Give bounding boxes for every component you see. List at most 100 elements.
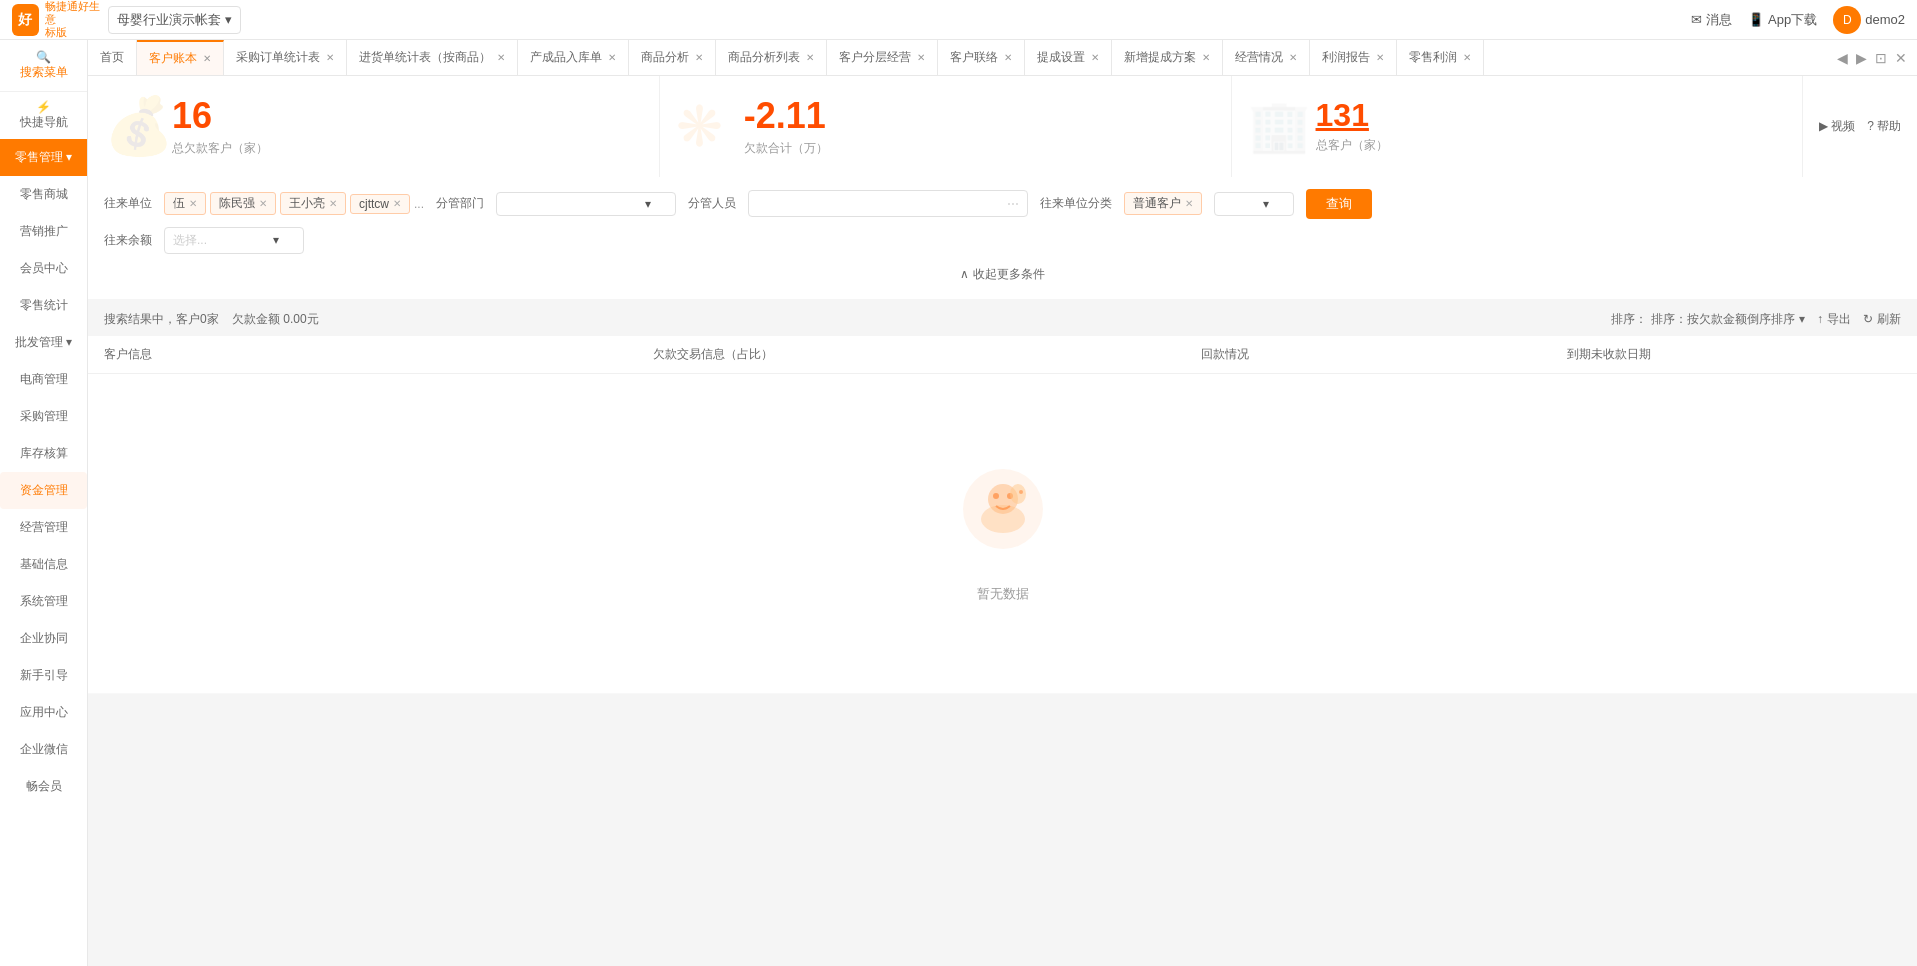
debtor-count: 16 bbox=[172, 96, 268, 136]
sidebar-item-chang-member[interactable]: 畅会员 bbox=[0, 768, 87, 805]
tab-scroll-left-icon[interactable]: ◀ bbox=[1835, 48, 1850, 68]
person-input[interactable]: ⋯ bbox=[748, 190, 1028, 217]
account-selector[interactable]: 母婴行业演示帐套 ▾ bbox=[108, 6, 241, 34]
empty-state-cell: 暂无数据 bbox=[88, 373, 1917, 693]
sidebar-item-basic-info[interactable]: 基础信息 bbox=[0, 546, 87, 583]
results-info: 搜索结果中，客户0家 欠款金额 0.00元 bbox=[104, 311, 319, 328]
tab-close-purchase-stats[interactable]: ✕ bbox=[497, 52, 505, 63]
remove-tag-chen[interactable]: ✕ bbox=[259, 198, 267, 209]
refresh-icon: ↻ bbox=[1863, 312, 1873, 326]
tab-close-new-commission[interactable]: ✕ bbox=[1202, 52, 1210, 63]
sidebar-item-member-center[interactable]: 会员中心 bbox=[0, 250, 87, 287]
tab-close-commission[interactable]: ✕ bbox=[1091, 52, 1099, 63]
tab-close-product-analysis[interactable]: ✕ bbox=[695, 52, 703, 63]
tab-product-analysis[interactable]: 商品分析 ✕ bbox=[629, 40, 716, 76]
user-menu[interactable]: D demo2 bbox=[1833, 6, 1905, 34]
tab-customer-contact[interactable]: 客户联络 ✕ bbox=[938, 40, 1025, 76]
remove-tag-cjttcw[interactable]: ✕ bbox=[393, 198, 401, 209]
help-link[interactable]: ? 帮助 bbox=[1867, 118, 1901, 135]
data-table-container: 客户信息 欠款交易信息（占比） 回款情况 到期未收款日期 bbox=[88, 336, 1917, 694]
sort-selector[interactable]: 排序： 排序：按欠款金额倒序排序 ▾ bbox=[1611, 311, 1805, 328]
refresh-button[interactable]: ↻ 刷新 bbox=[1863, 311, 1901, 328]
remove-tag-wang[interactable]: ✕ bbox=[329, 198, 337, 209]
sidebar-search[interactable]: 🔍 搜索菜单 bbox=[0, 40, 87, 92]
tab-operations[interactable]: 经营情况 ✕ bbox=[1223, 40, 1310, 76]
tab-scroll-right-icon[interactable]: ▶ bbox=[1854, 48, 1869, 68]
sidebar-item-system[interactable]: 系统管理 bbox=[0, 583, 87, 620]
tab-home[interactable]: 首页 bbox=[88, 40, 137, 76]
tab-expand-icon[interactable]: ⊡ bbox=[1873, 48, 1889, 68]
filter-more-button[interactable]: ... bbox=[414, 197, 424, 211]
summary-card-total-debt: ❋ -2.11 欠款合计（万） bbox=[660, 76, 1232, 177]
top-bar-left: 好 畅捷通好生意 标版 母婴行业演示帐套 ▾ bbox=[12, 0, 241, 39]
tab-close-operations[interactable]: ✕ bbox=[1289, 52, 1297, 63]
tab-customer-ledger[interactable]: 客户账本 ✕ bbox=[137, 40, 224, 76]
sidebar-item-enterprise-wechat[interactable]: 企业微信 bbox=[0, 731, 87, 768]
chevron-down-icon-sort: ▾ bbox=[1799, 312, 1805, 326]
sidebar-item-retail-management[interactable]: 零售管理 ▾ bbox=[0, 139, 87, 176]
tab-close-customer-ledger[interactable]: ✕ bbox=[203, 53, 211, 64]
tab-product-analysis-list[interactable]: 商品分析列表 ✕ bbox=[716, 40, 827, 76]
svg-point-6 bbox=[1019, 490, 1023, 494]
sidebar-quick-nav[interactable]: ⚡ 快捷导航 bbox=[0, 92, 87, 139]
sidebar-item-capital[interactable]: 资金管理 bbox=[0, 472, 87, 509]
tab-close-contact[interactable]: ✕ bbox=[1004, 52, 1012, 63]
card-bg-icon-badge: ❋ bbox=[676, 94, 723, 159]
svg-point-3 bbox=[993, 493, 999, 499]
sidebar-item-retail-stats[interactable]: 零售统计 bbox=[0, 287, 87, 324]
query-button[interactable]: 查询 bbox=[1306, 189, 1372, 219]
video-link[interactable]: ▶ 视频 bbox=[1819, 118, 1855, 135]
dept-selector[interactable]: ▾ bbox=[496, 192, 676, 216]
chevron-down-icon-3: ▾ bbox=[273, 233, 279, 247]
sidebar-item-beginner[interactable]: 新手引导 bbox=[0, 657, 87, 694]
dept-filter-label: 分管部门 bbox=[436, 195, 484, 212]
tab-purchase-order-stats[interactable]: 采购订单统计表 ✕ bbox=[224, 40, 347, 76]
export-button[interactable]: ↑ 导出 bbox=[1817, 311, 1851, 328]
col-debt-info: 欠款交易信息（占比） bbox=[637, 336, 1186, 374]
app-download-button[interactable]: 📱 App下载 bbox=[1748, 11, 1817, 29]
sidebar-item-wholesale[interactable]: 批发管理 ▾ bbox=[0, 324, 87, 361]
chevron-down-icon: ▾ bbox=[225, 12, 232, 27]
tab-retail-profit[interactable]: 零售利润 ✕ bbox=[1397, 40, 1484, 76]
summary-section: 💰 16 总欠款客户（家） ❋ -2.11 欠款合计（万） 🏢 bbox=[88, 76, 1917, 177]
tab-purchase-stats-by-product[interactable]: 进货单统计表（按商品） ✕ bbox=[347, 40, 518, 76]
tab-close-purchase-order[interactable]: ✕ bbox=[326, 52, 334, 63]
tab-commission-settings[interactable]: 提成设置 ✕ bbox=[1025, 40, 1112, 76]
sidebar-item-purchase[interactable]: 采购管理 bbox=[0, 398, 87, 435]
message-button[interactable]: ✉ 消息 bbox=[1691, 11, 1732, 29]
collapse-filters-button[interactable]: ∧ 收起更多条件 bbox=[104, 262, 1901, 287]
tab-close-product-list[interactable]: ✕ bbox=[806, 52, 814, 63]
remove-tag-wu[interactable]: ✕ bbox=[189, 198, 197, 209]
unit-class-selector[interactable]: ▾ bbox=[1214, 192, 1294, 216]
filter-section: 往来单位 伍 ✕ 陈民强 ✕ 王小亮 ✕ bbox=[88, 177, 1917, 299]
tab-close-customer-segment[interactable]: ✕ bbox=[917, 52, 925, 63]
tab-customer-segment[interactable]: 客户分层经营 ✕ bbox=[827, 40, 938, 76]
balance-filter-label: 往来余额 bbox=[104, 232, 152, 249]
unit-class-filter-tags: 普通客户 ✕ bbox=[1124, 192, 1202, 215]
remove-unit-class-tag[interactable]: ✕ bbox=[1185, 198, 1193, 209]
help-links: ▶ 视频 ? 帮助 bbox=[1803, 76, 1917, 177]
balance-selector[interactable]: 选择... ▾ bbox=[164, 227, 304, 254]
summary-card-total-customers: 🏢 131 总客户（家） bbox=[1232, 76, 1804, 177]
video-icon: ▶ bbox=[1819, 119, 1828, 133]
tabs-bar: 首页 客户账本 ✕ 采购订单统计表 ✕ 进货单统计表（按商品） ✕ 产成品入库单… bbox=[88, 40, 1917, 76]
tab-close-production[interactable]: ✕ bbox=[608, 52, 616, 63]
tab-close-profit[interactable]: ✕ bbox=[1376, 52, 1384, 63]
sidebar-item-retail-mall[interactable]: 零售商城 bbox=[0, 176, 87, 213]
sidebar-item-app-center[interactable]: 应用中心 bbox=[0, 694, 87, 731]
sidebar-item-enterprise-collab[interactable]: 企业协同 bbox=[0, 620, 87, 657]
tab-profit-report[interactable]: 利润报告 ✕ bbox=[1310, 40, 1397, 76]
sidebar-item-marketing[interactable]: 营销推广 bbox=[0, 213, 87, 250]
sidebar-item-ecommerce[interactable]: 电商管理 bbox=[0, 361, 87, 398]
sort-label: 排序： bbox=[1611, 311, 1647, 328]
tab-close-all-icon[interactable]: ✕ bbox=[1893, 48, 1909, 68]
tab-close-retail-profit[interactable]: ✕ bbox=[1463, 52, 1471, 63]
tab-production-inbound[interactable]: 产成品入库单 ✕ bbox=[518, 40, 629, 76]
help-icon: ? bbox=[1867, 119, 1874, 133]
sidebar-item-inventory[interactable]: 库存核算 bbox=[0, 435, 87, 472]
total-customer-label: 总客户（家） bbox=[1316, 137, 1388, 154]
tab-new-commission-plan[interactable]: 新增提成方案 ✕ bbox=[1112, 40, 1223, 76]
message-icon: ✉ bbox=[1691, 12, 1702, 27]
sidebar-item-operations[interactable]: 经营管理 bbox=[0, 509, 87, 546]
unit-filter-label: 往来单位 bbox=[104, 195, 152, 212]
